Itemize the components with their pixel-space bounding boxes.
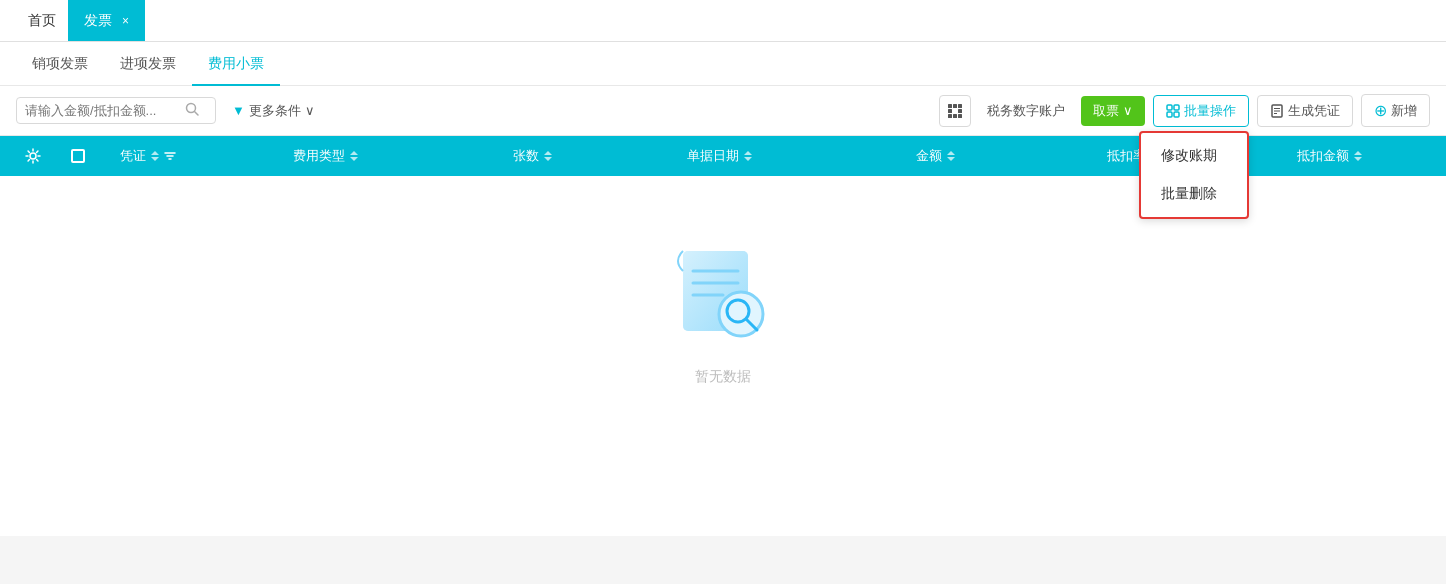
home-label: 首页 — [28, 12, 56, 30]
sub-nav-purchase-label: 进项发票 — [120, 55, 176, 73]
batch-op-label: 批量操作 — [1184, 102, 1236, 120]
filter-chevron-icon: ∨ — [305, 103, 315, 118]
svg-marker-15 — [544, 151, 552, 155]
th-date-label: 单据日期 — [687, 147, 739, 165]
sub-nav-sales[interactable]: 销项发票 — [16, 42, 104, 86]
gen-voucher-icon — [1270, 104, 1284, 118]
empty-state-icon — [663, 236, 783, 356]
svg-rect-3 — [1174, 105, 1179, 110]
sub-nav: 销项发票 进项发票 费用小票 — [0, 42, 1446, 86]
svg-marker-13 — [350, 151, 358, 155]
settings-icon — [25, 148, 41, 164]
th-count-sort-icon — [543, 150, 553, 162]
svg-marker-16 — [544, 157, 552, 161]
qr-button[interactable] — [939, 95, 971, 127]
th-deduct[interactable]: 抵扣金额 — [1221, 147, 1438, 165]
th-settings[interactable] — [8, 148, 58, 164]
svg-marker-11 — [151, 151, 159, 155]
svg-marker-12 — [151, 157, 159, 161]
svg-rect-2 — [1167, 105, 1172, 110]
svg-marker-20 — [947, 157, 955, 161]
add-button[interactable]: ⊕ 新增 — [1361, 94, 1430, 127]
sub-nav-purchase[interactable]: 进项发票 — [104, 42, 192, 86]
invoice-tab[interactable]: 发票 × — [68, 0, 145, 41]
th-deduct-label: 抵扣金额 — [1297, 147, 1349, 165]
th-count-label: 张数 — [513, 147, 539, 165]
batch-op-dropdown: 修改账期 批量删除 — [1139, 131, 1249, 219]
svg-line-1 — [195, 112, 199, 116]
take-ticket-chevron-icon: ∨ — [1123, 103, 1133, 118]
toolbar-left: ▼ 更多条件 ∨ — [16, 97, 323, 124]
th-voucher-label: 凭证 — [120, 147, 146, 165]
batch-delete-item[interactable]: 批量删除 — [1141, 175, 1247, 213]
th-expense-type-label: 费用类型 — [293, 147, 345, 165]
th-amount-sort-icon — [946, 150, 956, 162]
filter-label: 更多条件 — [249, 102, 301, 120]
th-amount-label: 金额 — [916, 147, 942, 165]
th-expense-sort-icon — [349, 150, 359, 162]
toolbar: ▼ 更多条件 ∨ 税务数字账户 取票 ∨ 批量操作 修改账期 批量删除 — [0, 86, 1446, 136]
svg-marker-18 — [744, 157, 752, 161]
svg-rect-4 — [1167, 112, 1172, 117]
svg-marker-17 — [744, 151, 752, 155]
gen-voucher-button[interactable]: 生成凭证 — [1257, 95, 1353, 127]
home-tab[interactable]: 首页 — [16, 0, 68, 41]
th-count[interactable]: 张数 — [455, 147, 611, 165]
sub-nav-expense[interactable]: 费用小票 — [192, 42, 280, 86]
th-voucher-sort-icon — [150, 150, 160, 162]
add-icon: ⊕ — [1374, 101, 1387, 120]
batch-delete-label: 批量删除 — [1161, 185, 1217, 201]
batch-op-button[interactable]: 批量操作 — [1153, 95, 1249, 127]
th-deduct-sort-icon — [1353, 150, 1363, 162]
qr-icon — [948, 104, 962, 118]
modify-period-label: 修改账期 — [1161, 147, 1217, 163]
th-amount[interactable]: 金额 — [828, 147, 1045, 165]
take-ticket-button[interactable]: 取票 ∨ — [1081, 96, 1145, 126]
batch-op-wrap: 批量操作 修改账期 批量删除 — [1153, 95, 1249, 127]
invoice-tab-label: 发票 — [84, 12, 112, 30]
svg-point-10 — [30, 153, 36, 159]
empty-state-text: 暂无数据 — [695, 368, 751, 386]
invoice-tab-close[interactable]: × — [122, 14, 129, 28]
svg-marker-24 — [1354, 157, 1362, 161]
svg-marker-14 — [350, 157, 358, 161]
tax-account-label: 税务数字账户 — [987, 103, 1065, 118]
svg-marker-19 — [947, 151, 955, 155]
svg-marker-23 — [1354, 151, 1362, 155]
take-ticket-label: 取票 — [1093, 102, 1119, 120]
gen-voucher-label: 生成凭证 — [1288, 102, 1340, 120]
th-date[interactable]: 单据日期 — [611, 147, 828, 165]
sub-nav-expense-label: 费用小票 — [208, 55, 264, 73]
th-expense-type[interactable]: 费用类型 — [198, 147, 455, 165]
batch-op-icon — [1166, 104, 1180, 118]
search-icon[interactable] — [185, 102, 199, 119]
modify-period-item[interactable]: 修改账期 — [1141, 137, 1247, 175]
search-wrap — [16, 97, 216, 124]
th-voucher-filter-icon[interactable] — [164, 150, 176, 162]
filter-icon: ▼ — [232, 103, 245, 118]
filter-button[interactable]: ▼ 更多条件 ∨ — [224, 98, 323, 124]
header-checkbox[interactable] — [71, 149, 85, 163]
top-nav: 首页 发票 × — [0, 0, 1446, 42]
svg-rect-5 — [1174, 112, 1179, 117]
th-checkbox[interactable] — [58, 149, 98, 163]
th-date-sort-icon — [743, 150, 753, 162]
add-label: 新增 — [1391, 102, 1417, 120]
tax-account-button[interactable]: 税务数字账户 — [979, 98, 1073, 124]
th-voucher[interactable]: 凭证 — [98, 147, 198, 165]
sub-nav-sales-label: 销项发票 — [32, 55, 88, 73]
search-input[interactable] — [25, 103, 185, 118]
